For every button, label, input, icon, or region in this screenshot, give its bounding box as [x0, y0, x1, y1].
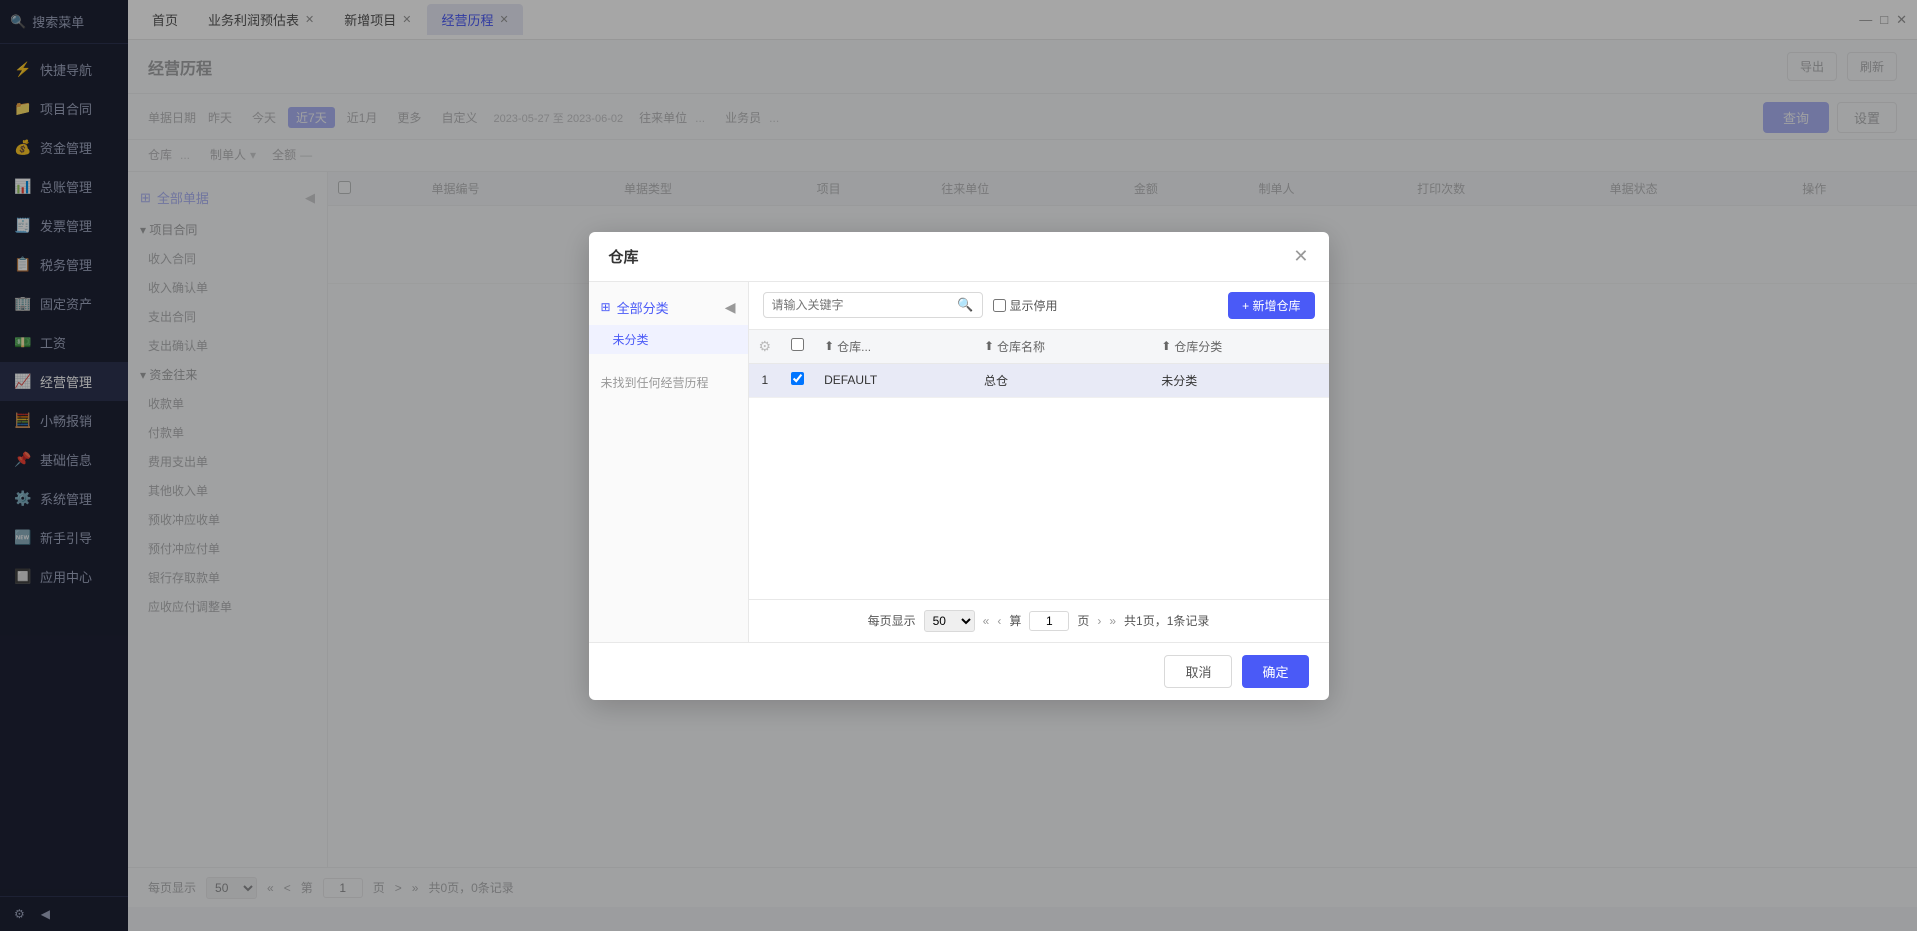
gear-settings-icon[interactable]: ⚙: [759, 338, 772, 354]
warehouse-dialog: 仓库 ✕ ⊞ 全部分类 ◀ 未分类 未找到任何经营历程 🔍: [589, 232, 1329, 700]
dialog-page-suffix: 页: [1077, 612, 1089, 629]
show-disabled-checkbox-label[interactable]: 显示停用: [993, 297, 1058, 314]
dialog-title: 仓库: [609, 246, 639, 267]
dialog-next-btn[interactable]: ›: [1097, 614, 1101, 628]
dialog-footer: 取消 确定: [589, 642, 1329, 700]
dialog-no-results: 未找到任何经营历程: [589, 354, 748, 411]
th-category-sort[interactable]: ⬆ 仓库分类: [1161, 338, 1318, 355]
row-checkbox-cell[interactable]: [781, 363, 814, 397]
dialog-total: 共1页，1条记录: [1124, 612, 1209, 629]
dialog-left-panel: ⊞ 全部分类 ◀ 未分类 未找到任何经营历程: [589, 282, 749, 642]
row-name: 总仓: [974, 363, 1151, 397]
dialog-left-toggle[interactable]: ◀: [725, 299, 736, 316]
dialog-category-header[interactable]: ⊞ 全部分类 ◀: [589, 290, 748, 325]
dialog-page-input[interactable]: [1029, 611, 1069, 631]
cancel-button[interactable]: 取消: [1164, 655, 1232, 688]
dialog-table: ⚙ ⬆ 仓库...: [749, 330, 1329, 398]
dialog-pagination: 每页显示 50 100 « ‹ 算 页 › » 共1页，1条记录: [749, 599, 1329, 642]
row-category: 未分类: [1151, 363, 1328, 397]
search-box: 🔍: [763, 292, 983, 318]
dialog-body: ⊞ 全部分类 ◀ 未分类 未找到任何经营历程 🔍 显示停用: [589, 282, 1329, 642]
add-warehouse-button[interactable]: + 新增仓库: [1228, 292, 1314, 319]
dialog-category-item-unclassified[interactable]: 未分类: [589, 325, 748, 354]
th-category: ⬆ 仓库分类: [1151, 330, 1328, 364]
category-all-label: 全部分类: [617, 298, 669, 317]
th-code-sort[interactable]: ⬆ 仓库...: [824, 338, 964, 355]
dialog-per-page-label: 每页显示: [868, 612, 916, 629]
th-gear[interactable]: ⚙: [749, 330, 782, 364]
th-name-sort[interactable]: ⬆ 仓库名称: [984, 338, 1141, 355]
th-checkbox[interactable]: [781, 330, 814, 364]
row-code: DEFAULT: [814, 363, 974, 397]
th-name: ⬆ 仓库名称: [974, 330, 1151, 364]
dialog-first-btn[interactable]: «: [983, 614, 990, 628]
dialog-right-panel: 🔍 显示停用 + 新增仓库 ⚙: [749, 282, 1329, 642]
row-index: 1: [749, 363, 782, 397]
dialog-close-button[interactable]: ✕: [1293, 246, 1308, 267]
dialog-toolbar: 🔍 显示停用 + 新增仓库: [749, 282, 1329, 330]
table-row[interactable]: 1 DEFAULT 总仓 未分类: [749, 363, 1329, 397]
dialog-per-page-select[interactable]: 50 100: [924, 610, 975, 632]
dialog-header: 仓库 ✕: [589, 232, 1329, 282]
confirm-button[interactable]: 确定: [1242, 655, 1308, 688]
dialog-table-container: ⚙ ⬆ 仓库...: [749, 330, 1329, 599]
row-checkbox[interactable]: [791, 372, 804, 385]
dialog-last-btn[interactable]: »: [1109, 614, 1116, 628]
dialog-prev-btn[interactable]: ‹: [997, 614, 1001, 628]
dialog-page-label: 算: [1009, 612, 1021, 629]
search-input[interactable]: [772, 298, 954, 312]
show-disabled-label: 显示停用: [1010, 297, 1058, 314]
show-disabled-checkbox[interactable]: [993, 299, 1006, 312]
th-code: ⬆ 仓库...: [814, 330, 974, 364]
search-icon: 🔍: [957, 297, 973, 313]
table-select-all-checkbox[interactable]: [791, 338, 804, 351]
category-all-icon: ⊞: [601, 300, 611, 314]
